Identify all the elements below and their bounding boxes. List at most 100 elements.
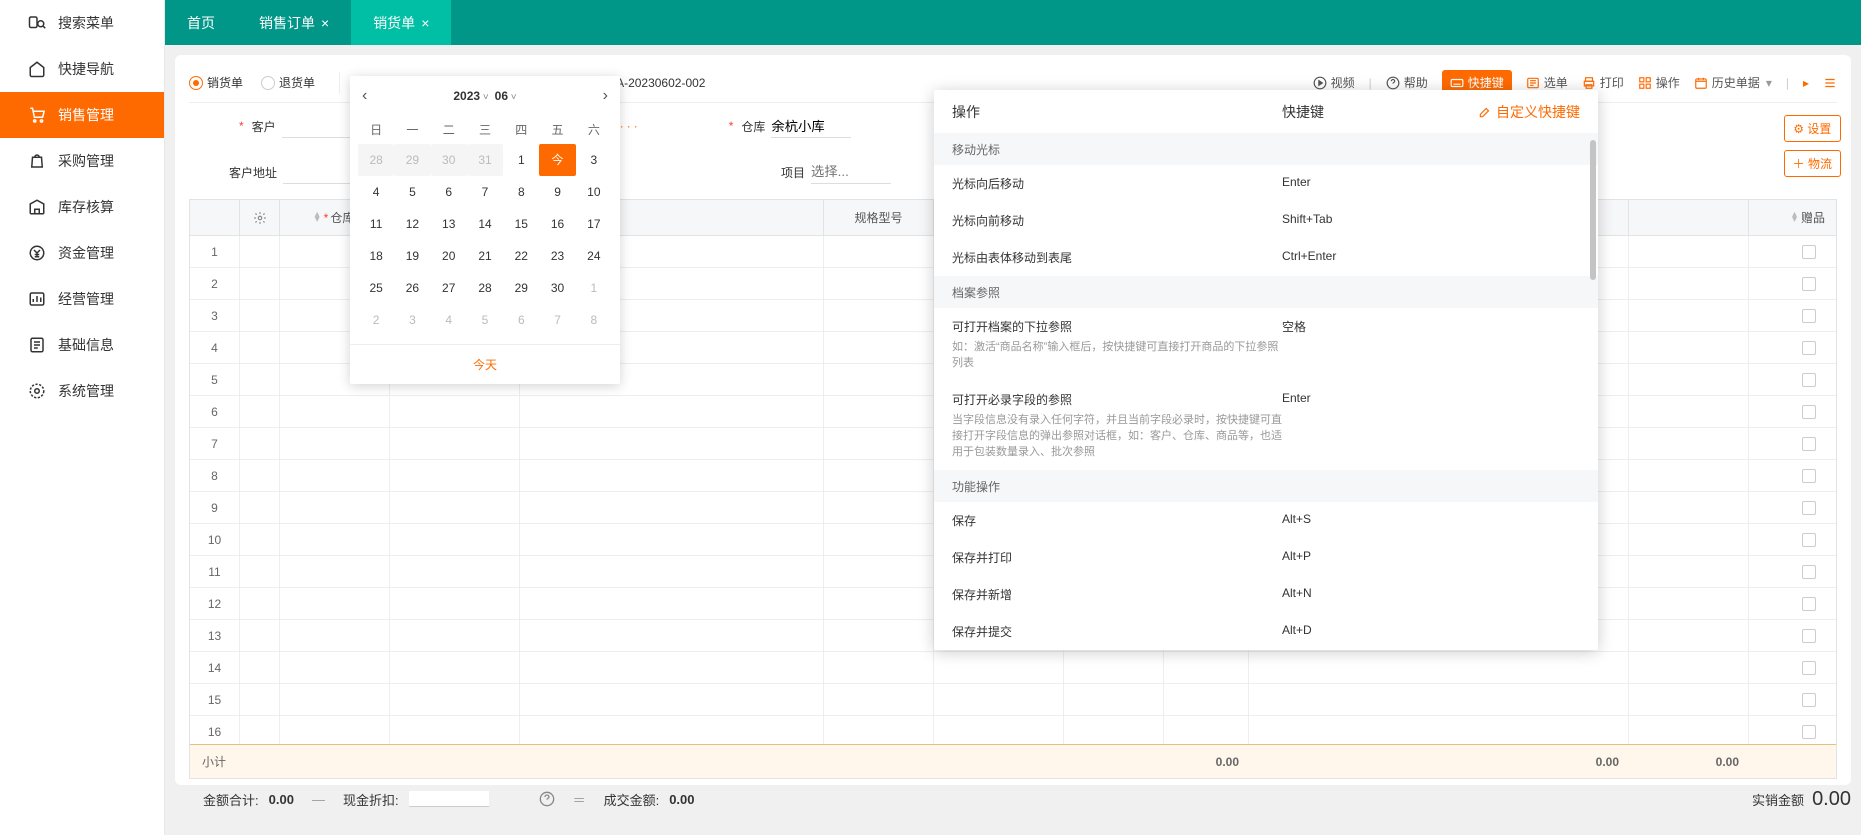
cal-day[interactable]: 7 xyxy=(539,304,575,336)
cal-day[interactable]: 16 xyxy=(539,208,575,240)
tab[interactable]: 首页 xyxy=(165,0,237,45)
cal-day[interactable]: 8 xyxy=(576,304,612,336)
cal-day[interactable]: 29 xyxy=(503,272,539,304)
cal-day[interactable]: 3 xyxy=(576,144,612,176)
sidebar-item-home[interactable]: 快捷导航 xyxy=(0,46,164,92)
menu-icon[interactable] xyxy=(1823,76,1837,90)
cal-day[interactable]: 25 xyxy=(358,272,394,304)
col-spec[interactable]: 规格型号 xyxy=(824,200,934,235)
cal-day[interactable]: 4 xyxy=(358,176,394,208)
radio-return[interactable]: 退货单 xyxy=(261,74,315,91)
cal-year[interactable]: 2023 xyxy=(453,89,488,103)
sidebar-item-search[interactable]: 搜索菜单 xyxy=(0,0,164,46)
sidebar-item-bag[interactable]: 采购管理 xyxy=(0,138,164,184)
gift-checkbox[interactable] xyxy=(1802,501,1816,515)
cal-day[interactable]: 2 xyxy=(358,304,394,336)
sidebar-item-biz[interactable]: 经营管理 xyxy=(0,276,164,322)
sidebar-item-gear[interactable]: 系统管理 xyxy=(0,368,164,414)
cal-day[interactable]: 18 xyxy=(358,240,394,272)
cal-next[interactable]: › xyxy=(603,87,608,105)
cal-prev[interactable]: ‹ xyxy=(362,87,367,105)
cal-day[interactable]: 1 xyxy=(576,272,612,304)
sidebar-item-info[interactable]: 基础信息 xyxy=(0,322,164,368)
tab[interactable]: 销售订单× xyxy=(237,0,351,45)
cal-day[interactable]: 5 xyxy=(467,304,503,336)
cal-day[interactable]: 10 xyxy=(576,176,612,208)
history-button[interactable]: 历史单据▾ xyxy=(1694,74,1772,91)
cal-day[interactable]: 15 xyxy=(503,208,539,240)
cal-day[interactable]: 13 xyxy=(431,208,467,240)
discount-input[interactable] xyxy=(409,791,489,807)
project-input[interactable] xyxy=(811,160,891,184)
gift-checkbox[interactable] xyxy=(1802,565,1816,579)
cal-day[interactable]: 17 xyxy=(576,208,612,240)
gift-checkbox[interactable] xyxy=(1802,533,1816,547)
tab[interactable]: 销货单× xyxy=(351,0,451,45)
gift-checkbox[interactable] xyxy=(1802,597,1816,611)
gift-checkbox[interactable] xyxy=(1802,309,1816,323)
table-row[interactable]: 16 xyxy=(190,716,1836,744)
cal-day[interactable]: 30 xyxy=(431,144,467,176)
cal-day[interactable]: 5 xyxy=(394,176,430,208)
gift-checkbox[interactable] xyxy=(1802,373,1816,387)
table-row[interactable]: 14 xyxy=(190,652,1836,684)
cal-day[interactable]: 6 xyxy=(431,176,467,208)
warehouse-input[interactable] xyxy=(771,114,851,138)
logistics-button[interactable]: ＋ 物流 xyxy=(1784,150,1841,177)
cal-day[interactable]: 27 xyxy=(431,272,467,304)
pick-button[interactable]: 选单 xyxy=(1526,74,1568,91)
cal-day[interactable]: 4 xyxy=(431,304,467,336)
cal-day[interactable]: 6 xyxy=(503,304,539,336)
cal-month[interactable]: 06 xyxy=(495,89,517,103)
gift-checkbox[interactable] xyxy=(1802,437,1816,451)
gift-checkbox[interactable] xyxy=(1802,405,1816,419)
col-gift[interactable]: 赠品 xyxy=(1749,200,1837,235)
gift-checkbox[interactable] xyxy=(1802,661,1816,675)
h-scrollbar[interactable] xyxy=(190,778,1836,779)
gift-checkbox[interactable] xyxy=(1802,277,1816,291)
help-icon[interactable] xyxy=(539,791,555,807)
gift-checkbox[interactable] xyxy=(1802,693,1816,707)
settings-button[interactable]: ⚙ 设置 xyxy=(1784,115,1841,142)
cal-day[interactable]: 23 xyxy=(539,240,575,272)
cal-day[interactable]: 20 xyxy=(431,240,467,272)
sidebar-item-money[interactable]: 资金管理 xyxy=(0,230,164,276)
cal-day[interactable]: 1 xyxy=(503,144,539,176)
gift-checkbox[interactable] xyxy=(1802,245,1816,259)
operate-button[interactable]: 操作 xyxy=(1638,74,1680,91)
col-settings[interactable] xyxy=(240,200,280,235)
cal-day[interactable]: 19 xyxy=(394,240,430,272)
cal-day[interactable]: 28 xyxy=(467,272,503,304)
sidebar-item-stock[interactable]: 库存核算 xyxy=(0,184,164,230)
print-button[interactable]: 打印 xyxy=(1582,74,1624,91)
cal-today-button[interactable]: 今天 xyxy=(350,344,620,384)
cal-day[interactable]: 12 xyxy=(394,208,430,240)
cal-day[interactable]: 7 xyxy=(467,176,503,208)
cal-day[interactable]: 26 xyxy=(394,272,430,304)
gift-checkbox[interactable] xyxy=(1802,341,1816,355)
cal-day[interactable]: 30 xyxy=(539,272,575,304)
cal-day[interactable]: 今 xyxy=(539,144,575,176)
cal-day[interactable]: 14 xyxy=(467,208,503,240)
help-link[interactable]: 帮助 xyxy=(1386,74,1428,91)
cal-day[interactable]: 3 xyxy=(394,304,430,336)
radio-sales[interactable]: 销货单 xyxy=(189,74,243,91)
cal-day[interactable]: 31 xyxy=(467,144,503,176)
gift-checkbox[interactable] xyxy=(1802,469,1816,483)
video-link[interactable]: 视频 xyxy=(1313,74,1355,91)
close-icon[interactable]: × xyxy=(421,15,429,31)
sidebar-item-cart[interactable]: 销售管理 xyxy=(0,92,164,138)
next-icon[interactable]: ▸ xyxy=(1803,76,1809,90)
gift-checkbox[interactable] xyxy=(1802,629,1816,643)
cal-day[interactable]: 24 xyxy=(576,240,612,272)
sc-scrollbar[interactable] xyxy=(1590,140,1596,646)
gift-checkbox[interactable] xyxy=(1802,725,1816,739)
cal-day[interactable]: 21 xyxy=(467,240,503,272)
cal-day[interactable]: 28 xyxy=(358,144,394,176)
cal-day[interactable]: 11 xyxy=(358,208,394,240)
cal-day[interactable]: 22 xyxy=(503,240,539,272)
close-icon[interactable]: × xyxy=(321,15,329,31)
sc-custom[interactable]: 自定义快捷键 xyxy=(1478,102,1580,122)
cal-day[interactable]: 9 xyxy=(539,176,575,208)
cal-day[interactable]: 29 xyxy=(394,144,430,176)
